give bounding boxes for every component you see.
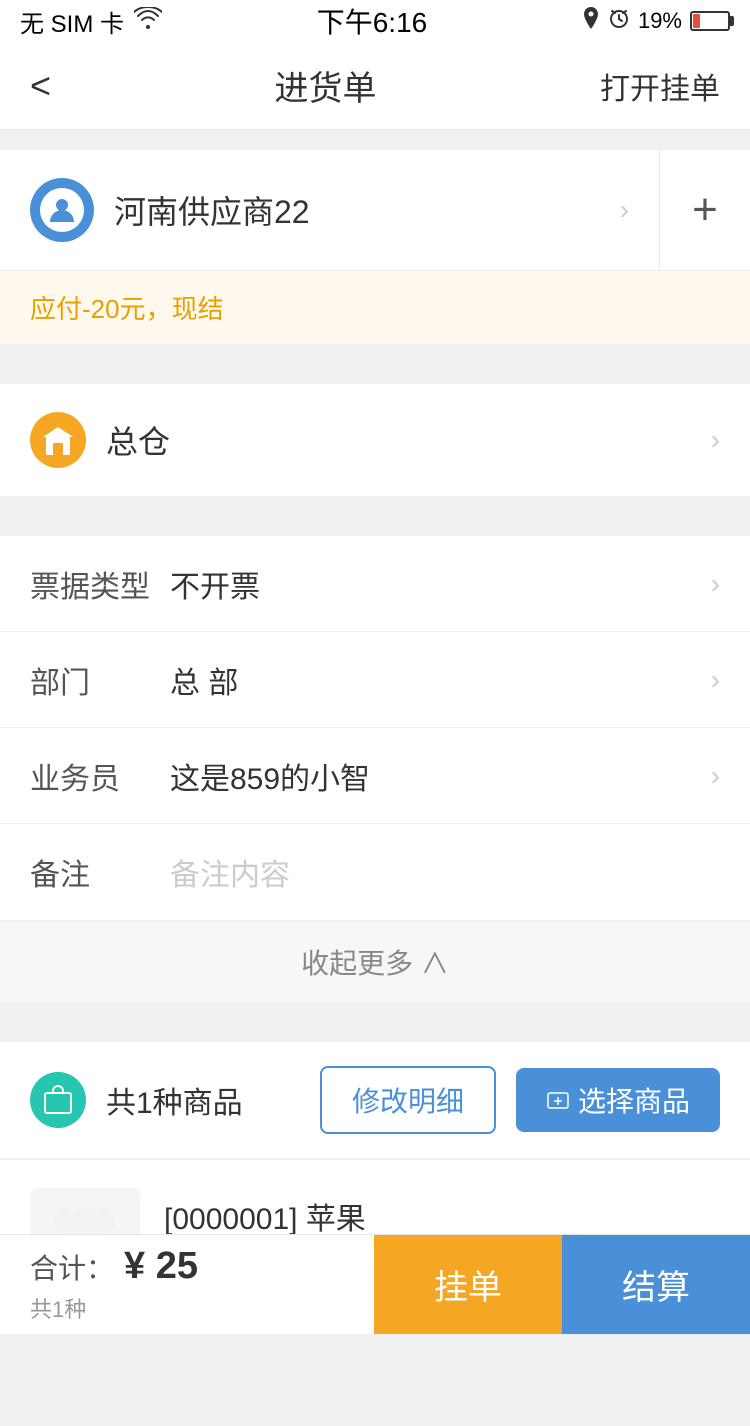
supplier-selector[interactable]: 河南供应商22 ›: [0, 150, 660, 270]
collapse-label: 收起更多 ∧: [301, 942, 449, 982]
department-label: 部门: [30, 658, 150, 702]
invoice-value: 不开票: [150, 562, 711, 606]
section-gap-3: [0, 496, 750, 516]
supplier-avatar: [30, 178, 94, 242]
remark-input[interactable]: 备注内容: [150, 850, 720, 894]
bottom-spacer: [0, 1326, 750, 1426]
checkout-button[interactable]: 结算: [562, 1235, 750, 1334]
remark-label: 备注: [30, 850, 150, 894]
supplier-section: 河南供应商22 › +: [0, 150, 750, 271]
nav-bar: < 进货单 打开挂单: [0, 42, 750, 130]
page-title: 进货单: [275, 61, 377, 110]
hang-button[interactable]: 挂单: [374, 1235, 562, 1334]
salesperson-row[interactable]: 业务员 这是859的小智 ›: [0, 728, 750, 824]
department-row[interactable]: 部门 总 部 ›: [0, 632, 750, 728]
status-right: 19%: [582, 7, 730, 35]
total-sub: 共1种: [30, 1292, 344, 1324]
open-hang-button[interactable]: 打开挂单: [600, 64, 720, 108]
select-product-button[interactable]: 选择商品: [516, 1068, 720, 1132]
warehouse-selector[interactable]: 总仓 ›: [0, 384, 750, 496]
warehouse-chevron-icon: ›: [711, 424, 720, 456]
total-main: 合计： ¥ 25: [30, 1245, 344, 1288]
product-code: [0000001]: [164, 1203, 297, 1236]
add-supplier-button[interactable]: +: [660, 150, 750, 270]
supplier-name: 河南供应商22: [114, 187, 620, 233]
battery-icon: [690, 11, 730, 31]
warehouse-icon: [30, 412, 86, 468]
total-section: 合计： ¥ 25 共1种: [0, 1235, 374, 1334]
salesperson-label: 业务员: [30, 754, 150, 798]
warehouse-name: 总仓: [106, 417, 711, 463]
products-count: 共1种商品: [106, 1078, 300, 1122]
total-amount: ¥ 25: [124, 1245, 198, 1288]
section-gap-2: [0, 344, 750, 364]
status-time: 下午6:16: [317, 1, 428, 41]
product-name: [0000001] 苹果: [164, 1194, 664, 1238]
product-title: 苹果: [306, 1203, 366, 1236]
salesperson-chevron-icon: ›: [711, 760, 720, 792]
wifi-icon: [134, 7, 162, 36]
invoice-chevron-icon: ›: [711, 568, 720, 600]
invoice-type-row[interactable]: 票据类型 不开票 ›: [0, 536, 750, 632]
chevron-right-icon: ›: [620, 194, 629, 226]
collapse-row[interactable]: 收起更多 ∧: [0, 922, 750, 1002]
form-section: 票据类型 不开票 › 部门 总 部 › 业务员 这是859的小智 › 备注 备注…: [0, 536, 750, 920]
salesperson-value: 这是859的小智: [150, 754, 711, 798]
remark-row[interactable]: 备注 备注内容: [0, 824, 750, 920]
location-icon: [582, 7, 600, 35]
status-left: 无 SIM 卡: [20, 4, 162, 39]
bottom-bar: 合计： ¥ 25 共1种 挂单 结算: [0, 1234, 750, 1334]
carrier-text: 无 SIM 卡: [20, 4, 124, 39]
section-gap-1: [0, 130, 750, 150]
total-label: 合计：: [30, 1247, 114, 1287]
select-product-label: 选择商品: [578, 1080, 690, 1120]
status-bar: 无 SIM 卡 下午6:16 19%: [0, 0, 750, 42]
products-header: 共1种商品 修改明细 选择商品: [0, 1042, 750, 1158]
edit-detail-button[interactable]: 修改明细: [320, 1066, 496, 1134]
section-gap-4: [0, 1002, 750, 1022]
alert-banner: 应付-20元，现结: [0, 271, 750, 344]
products-icon: [30, 1072, 86, 1128]
back-button[interactable]: <: [30, 65, 51, 107]
invoice-label: 票据类型: [30, 562, 150, 606]
department-chevron-icon: ›: [711, 664, 720, 696]
alarm-icon: [608, 7, 630, 35]
department-value: 总 部: [150, 658, 711, 702]
alert-text: 应付-20元，现结: [30, 294, 224, 324]
battery-percent: 19%: [638, 8, 682, 34]
